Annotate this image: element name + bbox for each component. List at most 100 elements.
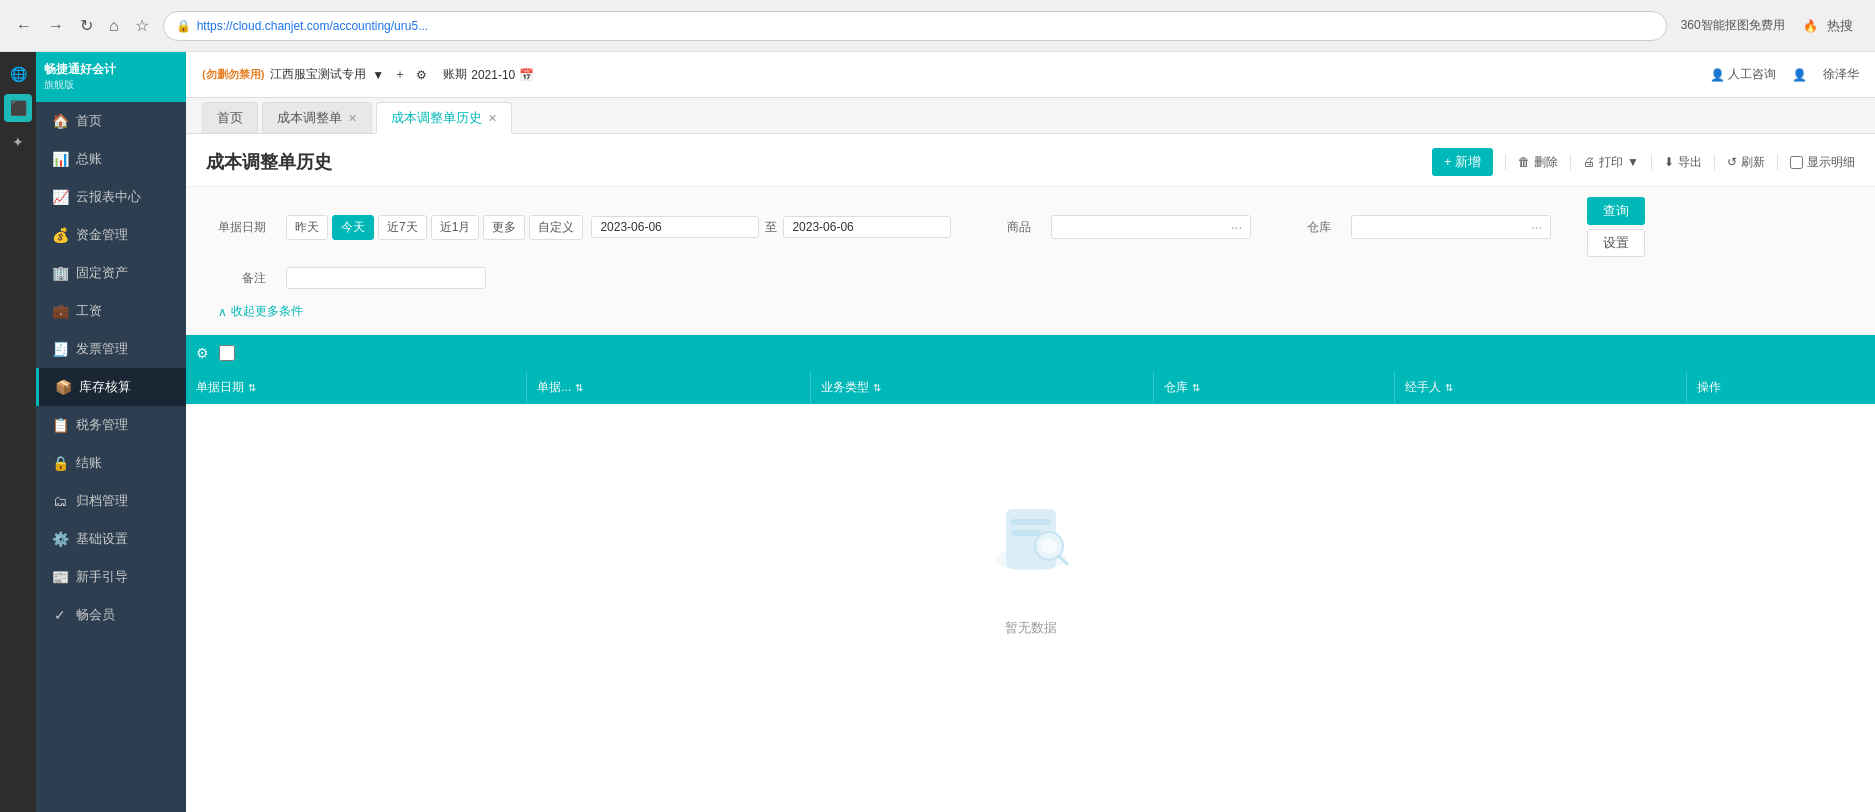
quick-btn-昨天[interactable]: 昨天 xyxy=(286,215,328,240)
app-container: 🌐 ⬛ ✦ 畅捷通好会计 旗舰版 🏠首页📊总账📈云报表中心💰资金管理🏢固定资产💼… xyxy=(0,52,1875,812)
col-单据日期[interactable]: 单据日期⇅ xyxy=(186,371,527,404)
note-input[interactable] xyxy=(286,267,486,289)
company-selector[interactable]: (勿删勿禁用) 江西服宝测试专用 ▼ ＋ ⚙ xyxy=(202,66,427,83)
consult-link[interactable]: 👤 人工咨询 xyxy=(1710,66,1776,83)
col-仓库[interactable]: 仓库⇅ xyxy=(1153,371,1394,404)
sidebar-icon: ✓ xyxy=(52,607,68,623)
period-value: 2021-10 xyxy=(471,68,515,82)
sidebar-icon: 📦 xyxy=(55,379,71,395)
delete-icon: 🗑 xyxy=(1518,155,1530,169)
sidebar-item-畅会员[interactable]: ✓畅会员 xyxy=(36,596,186,634)
sidebar-logo[interactable]: 畅捷通好会计 旗舰版 xyxy=(36,52,186,102)
page-content: 成本调整单历史 + 新增 🗑 删除 🖨 打印 ▼ xyxy=(186,134,1875,812)
sidebar-item-归档管理[interactable]: 🗂归档管理 xyxy=(36,482,186,520)
col-单据...[interactable]: 单据...⇅ xyxy=(527,371,811,404)
print-button[interactable]: 🖨 打印 ▼ xyxy=(1583,154,1639,171)
settings-icon[interactable]: ⚙ xyxy=(416,68,427,82)
user-avatar[interactable]: 👤 xyxy=(1792,68,1807,82)
filter-row-1: 单据日期 昨天今天近7天近1月更多自定义 至 商品 ··· xyxy=(206,197,1855,257)
bookmark-button[interactable]: ☆ xyxy=(129,12,155,39)
query-buttons: 查询 设置 xyxy=(1587,197,1645,257)
refresh-button[interactable]: ↺ 刷新 xyxy=(1727,154,1765,171)
icon-bar-app[interactable]: ⬛ xyxy=(4,94,32,122)
top-header: (勿删勿禁用) 江西服宝测试专用 ▼ ＋ ⚙ 账期 2021-10 📅 👤 人工… xyxy=(186,52,1875,98)
select-all-checkbox[interactable] xyxy=(219,345,235,361)
home-button[interactable]: ⌂ xyxy=(103,12,125,39)
goods-label: 商品 xyxy=(971,219,1031,236)
sidebar-item-总账[interactable]: 📊总账 xyxy=(36,140,186,178)
icon-bar-item-3[interactable]: ✦ xyxy=(4,128,32,156)
query-button[interactable]: 查询 xyxy=(1587,197,1645,225)
page-actions: + 新增 🗑 删除 🖨 打印 ▼ ⬇ 导出 xyxy=(1432,148,1855,176)
print-dropdown-icon[interactable]: ▼ xyxy=(1627,155,1639,169)
browser-bar: ← → ↻ ⌂ ☆ 🔒 https://cloud.chanjet.com/ac… xyxy=(0,0,1875,52)
export-button[interactable]: ⬇ 导出 xyxy=(1664,154,1702,171)
print-icon: 🖨 xyxy=(1583,155,1595,169)
back-button[interactable]: ← xyxy=(10,12,38,39)
delete-button[interactable]: 🗑 删除 xyxy=(1518,154,1558,171)
col-业务类型[interactable]: 业务类型⇅ xyxy=(810,371,1153,404)
consult-label: 人工咨询 xyxy=(1728,66,1776,83)
warehouse-select[interactable]: ··· xyxy=(1351,215,1551,239)
column-settings-icon[interactable]: ⚙ xyxy=(196,345,209,361)
page-header: 成本调整单历史 + 新增 🗑 删除 🖨 打印 ▼ xyxy=(186,134,1875,186)
tab-首页[interactable]: 首页 xyxy=(202,102,258,133)
reload-button[interactable]: ↻ xyxy=(74,12,99,39)
table-head: 单据日期⇅单据...⇅业务类型⇅仓库⇅经手人⇅操作 xyxy=(186,371,1875,404)
sidebar-item-首页[interactable]: 🏠首页 xyxy=(36,102,186,140)
col-操作: 操作 xyxy=(1687,371,1875,404)
date-filter-label: 单据日期 xyxy=(206,219,266,236)
sidebar-icon: 🏢 xyxy=(52,265,68,281)
show-detail-checkbox[interactable] xyxy=(1790,156,1803,169)
refresh-icon: ↺ xyxy=(1727,155,1737,169)
sidebar-item-云报表中心[interactable]: 📈云报表中心 xyxy=(36,178,186,216)
sidebar-item-结账[interactable]: 🔒结账 xyxy=(36,444,186,482)
quick-btn-更多[interactable]: 更多 xyxy=(483,215,525,240)
quick-btn-今天[interactable]: 今天 xyxy=(332,215,374,240)
tab-close-btn[interactable]: ✕ xyxy=(488,112,497,125)
calendar-icon[interactable]: 📅 xyxy=(519,68,534,82)
show-detail-label[interactable]: 显示明细 xyxy=(1790,154,1855,171)
sidebar-icon: 💼 xyxy=(52,303,68,319)
company-warning: (勿删勿禁用) xyxy=(202,67,264,82)
date-from-input[interactable] xyxy=(591,216,759,238)
sort-arrows: ⇅ xyxy=(248,382,256,393)
sidebar-item-资金管理[interactable]: 💰资金管理 xyxy=(36,216,186,254)
quick-btn-自定义[interactable]: 自定义 xyxy=(529,215,583,240)
tab-成本调整单历史[interactable]: 成本调整单历史✕ xyxy=(376,102,512,134)
sidebar-item-工资[interactable]: 💼工资 xyxy=(36,292,186,330)
sidebar-item-税务管理[interactable]: 📋税务管理 xyxy=(36,406,186,444)
sidebar-label: 库存核算 xyxy=(79,378,131,396)
forward-button[interactable]: → xyxy=(42,12,70,39)
company-dropdown-icon[interactable]: ▼ xyxy=(372,68,384,82)
quick-btn-近1月[interactable]: 近1月 xyxy=(431,215,480,240)
tab-close-btn[interactable]: ✕ xyxy=(348,112,357,125)
sidebar-item-新手引导[interactable]: 📰新手引导 xyxy=(36,558,186,596)
sidebar-item-库存核算[interactable]: 📦 库存核算 xyxy=(36,368,186,406)
add-company-icon[interactable]: ＋ xyxy=(394,66,406,83)
sidebar-icon: 📊 xyxy=(52,151,68,167)
sidebar-icon: 📈 xyxy=(52,189,68,205)
icon-bar-weibo[interactable]: 🌐 xyxy=(4,60,32,88)
collapse-button[interactable]: ∧ 收起更多条件 xyxy=(206,299,1855,324)
sidebar-label: 首页 xyxy=(76,112,102,130)
sidebar-item-发票管理[interactable]: 🧾发票管理 xyxy=(36,330,186,368)
quick-btn-近7天[interactable]: 近7天 xyxy=(378,215,427,240)
col-经手人[interactable]: 经手人⇅ xyxy=(1395,371,1687,404)
browser-navigation[interactable]: ← → ↻ ⌂ ☆ xyxy=(10,12,155,39)
tab-成本调整单[interactable]: 成本调整单✕ xyxy=(262,102,372,133)
sidebar-icon: 🧾 xyxy=(52,341,68,357)
sidebar-item-固定资产[interactable]: 🏢固定资产 xyxy=(36,254,186,292)
sort-arrows: ⇅ xyxy=(1445,382,1453,393)
date-to-input[interactable] xyxy=(783,216,951,238)
address-bar[interactable]: 🔒 https://cloud.chanjet.com/accounting/u… xyxy=(163,11,1667,41)
divider-2 xyxy=(1570,154,1571,170)
period-selector[interactable]: 账期 2021-10 📅 xyxy=(443,66,534,83)
goods-select[interactable]: ··· xyxy=(1051,215,1251,239)
divider-3 xyxy=(1651,154,1652,170)
sidebar-item-基础设置[interactable]: ⚙️基础设置 xyxy=(36,520,186,558)
page-title: 成本调整单历史 xyxy=(206,150,332,174)
settings-button[interactable]: 设置 xyxy=(1587,229,1645,257)
divider-4 xyxy=(1714,154,1715,170)
new-button[interactable]: + 新增 xyxy=(1432,148,1493,176)
